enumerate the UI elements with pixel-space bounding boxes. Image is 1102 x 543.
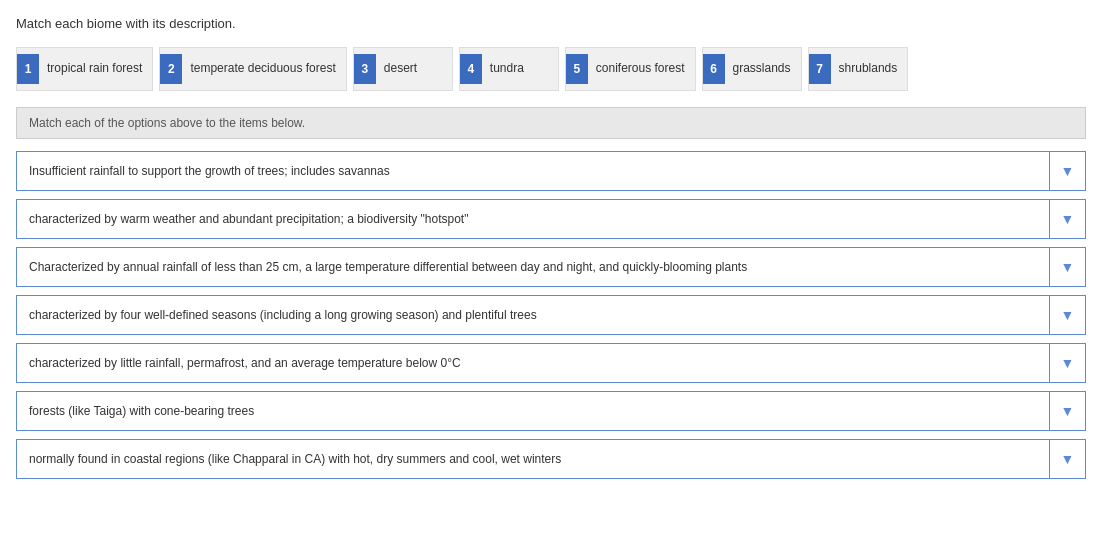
biome-number: 4 [460, 54, 482, 84]
dropdown-arrow-button[interactable]: ▼ [1049, 296, 1085, 334]
biome-number: 7 [809, 54, 831, 84]
biome-label: coniferous forest [596, 61, 685, 77]
description-text: characterized by warm weather and abunda… [17, 203, 1049, 236]
dropdown-arrow-button[interactable]: ▼ [1049, 248, 1085, 286]
page-instruction: Match each biome with its description. [16, 16, 1086, 31]
biome-label: temperate deciduous forest [190, 61, 335, 77]
biome-label: desert [384, 61, 417, 77]
description-text: characterized by four well-defined seaso… [17, 299, 1049, 332]
biome-option-7[interactable]: 7 shrublands [808, 47, 909, 91]
description-row-1: Insufficient rainfall to support the gro… [16, 151, 1086, 191]
dropdown-arrow-button[interactable]: ▼ [1049, 152, 1085, 190]
biome-label: tropical rain forest [47, 61, 142, 77]
dropdown-arrow-button[interactable]: ▼ [1049, 344, 1085, 382]
biome-label: grasslands [733, 61, 791, 77]
biome-label: tundra [490, 61, 524, 77]
biome-option-2[interactable]: 2 temperate deciduous forest [159, 47, 346, 91]
description-row-4: characterized by four well-defined seaso… [16, 295, 1086, 335]
biome-number: 1 [17, 54, 39, 84]
biome-number: 6 [703, 54, 725, 84]
match-instructions-bar: Match each of the options above to the i… [16, 107, 1086, 139]
description-text: Characterized by annual rainfall of less… [17, 251, 1049, 284]
biome-label: shrublands [839, 61, 898, 77]
dropdown-arrow-button[interactable]: ▼ [1049, 392, 1085, 430]
biome-option-3[interactable]: 3 desert [353, 47, 453, 91]
biome-number: 2 [160, 54, 182, 84]
biome-option-1[interactable]: 1 tropical rain forest [16, 47, 153, 91]
descriptions-container: Insufficient rainfall to support the gro… [16, 151, 1086, 479]
biome-option-5[interactable]: 5 coniferous forest [565, 47, 696, 91]
description-row-3: Characterized by annual rainfall of less… [16, 247, 1086, 287]
dropdown-arrow-button[interactable]: ▼ [1049, 200, 1085, 238]
biome-option-4[interactable]: 4 tundra [459, 47, 559, 91]
description-row-6: forests (like Taiga) with cone-bearing t… [16, 391, 1086, 431]
description-text: forests (like Taiga) with cone-bearing t… [17, 395, 1049, 428]
description-row-2: characterized by warm weather and abunda… [16, 199, 1086, 239]
biome-number: 3 [354, 54, 376, 84]
description-row-5: characterized by little rainfall, permaf… [16, 343, 1086, 383]
description-row-7: normally found in coastal regions (like … [16, 439, 1086, 479]
biome-number: 5 [566, 54, 588, 84]
description-text: normally found in coastal regions (like … [17, 443, 1049, 476]
description-text: Insufficient rainfall to support the gro… [17, 155, 1049, 188]
biome-option-6[interactable]: 6 grasslands [702, 47, 802, 91]
biome-options-container: 1 tropical rain forest 2 temperate decid… [16, 47, 1086, 91]
dropdown-arrow-button[interactable]: ▼ [1049, 440, 1085, 478]
description-text: characterized by little rainfall, permaf… [17, 347, 1049, 380]
